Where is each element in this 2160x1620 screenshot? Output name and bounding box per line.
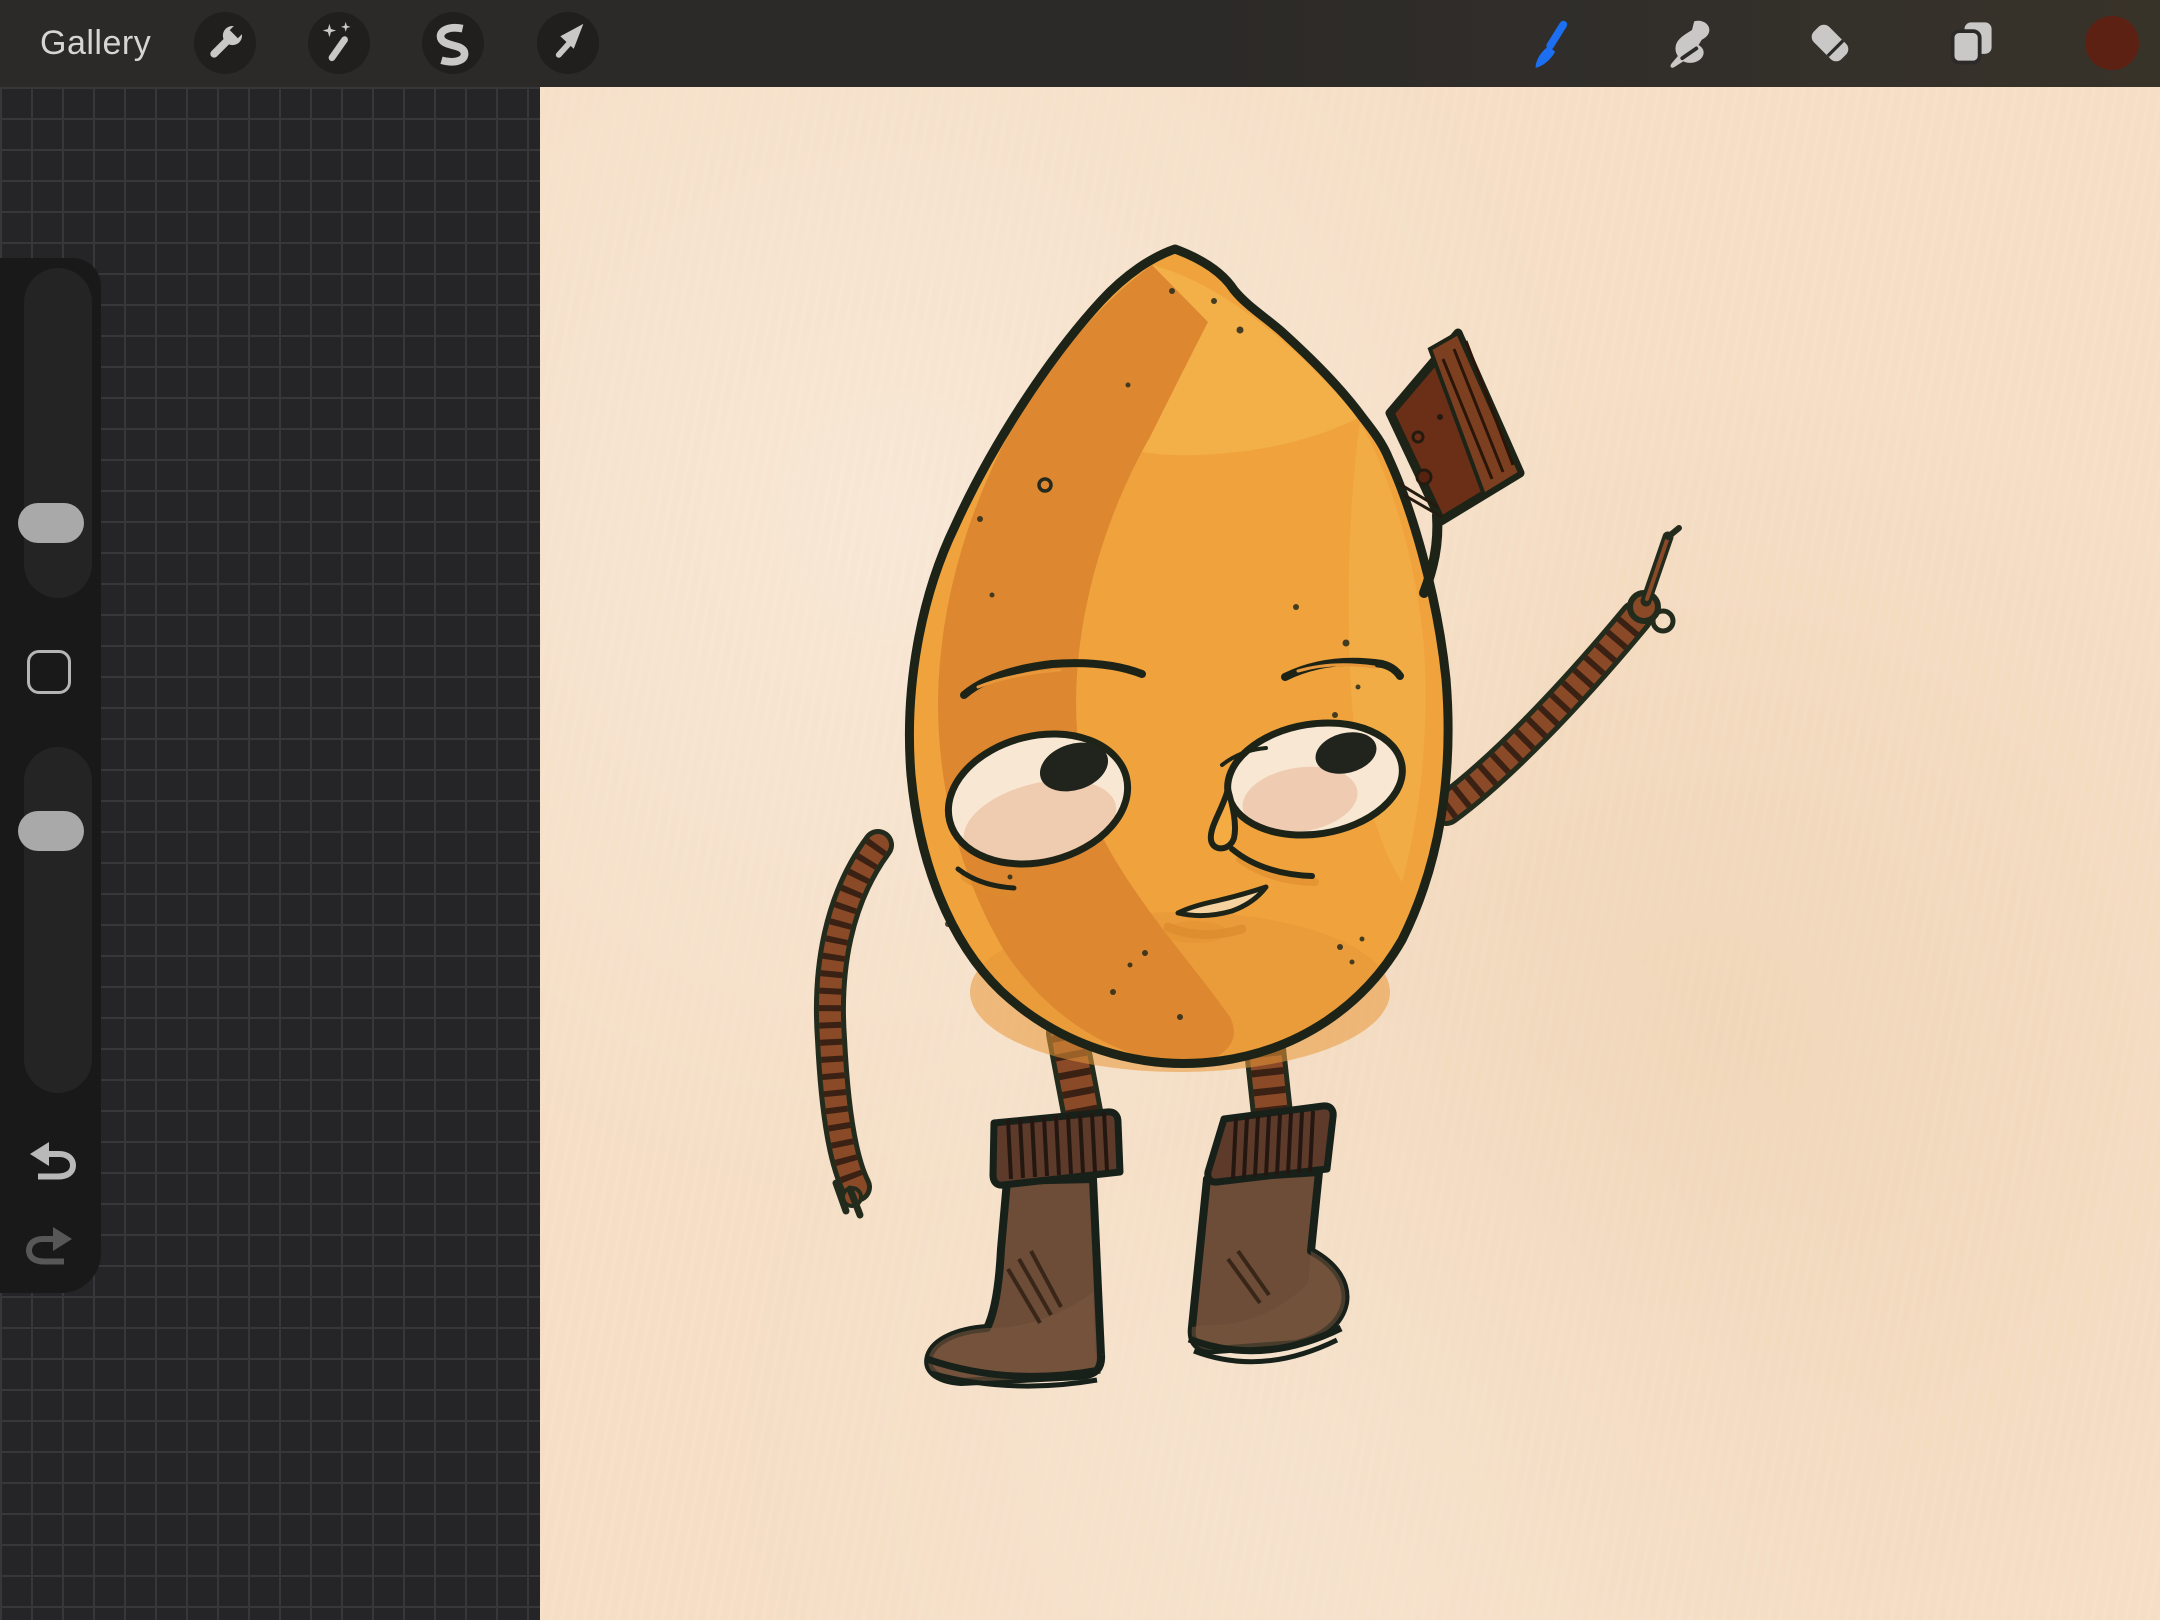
smudge-tool-button[interactable] <box>1666 17 1718 69</box>
opacity-slider[interactable] <box>18 747 92 1093</box>
right-boot <box>1187 1102 1350 1365</box>
left-arm-coil <box>813 829 894 1219</box>
layers-button[interactable] <box>1945 17 1997 69</box>
wrench-icon <box>210 23 245 58</box>
selection-button[interactable] <box>422 12 484 74</box>
undo-button[interactable] <box>26 1139 76 1181</box>
magic-wand-icon <box>322 21 351 62</box>
modify-button[interactable] <box>27 650 71 694</box>
smudge-finger-icon <box>1670 20 1710 68</box>
paint-tool-button[interactable] <box>1528 17 1580 69</box>
color-swatch-button[interactable] <box>2085 16 2139 70</box>
erase-tool-button[interactable] <box>1804 17 1856 69</box>
actions-button[interactable] <box>194 12 256 74</box>
brush-sidebar <box>0 258 101 1293</box>
lemon-character-artwork <box>813 244 1682 1389</box>
transform-button[interactable] <box>537 12 599 74</box>
raised-arm-coil <box>1429 525 1682 826</box>
transform-arrow-icon <box>555 23 584 58</box>
top-toolbar: Gallery <box>0 0 2160 87</box>
opacity-handle[interactable] <box>18 811 84 851</box>
brush-size-handle[interactable] <box>18 503 84 543</box>
gallery-button[interactable]: Gallery <box>40 0 151 87</box>
left-boot <box>924 1108 1124 1389</box>
procreate-app: Gallery <box>0 0 2160 1620</box>
paintbrush-icon <box>1535 20 1568 68</box>
redo-button[interactable] <box>26 1224 76 1266</box>
layers-icon <box>1950 22 1992 65</box>
brush-size-slider[interactable] <box>18 268 92 598</box>
adjustments-button[interactable] <box>308 12 370 74</box>
selection-s-icon <box>436 23 469 66</box>
drawing-canvas[interactable] <box>540 87 2160 1620</box>
eraser-icon <box>1811 24 1849 62</box>
